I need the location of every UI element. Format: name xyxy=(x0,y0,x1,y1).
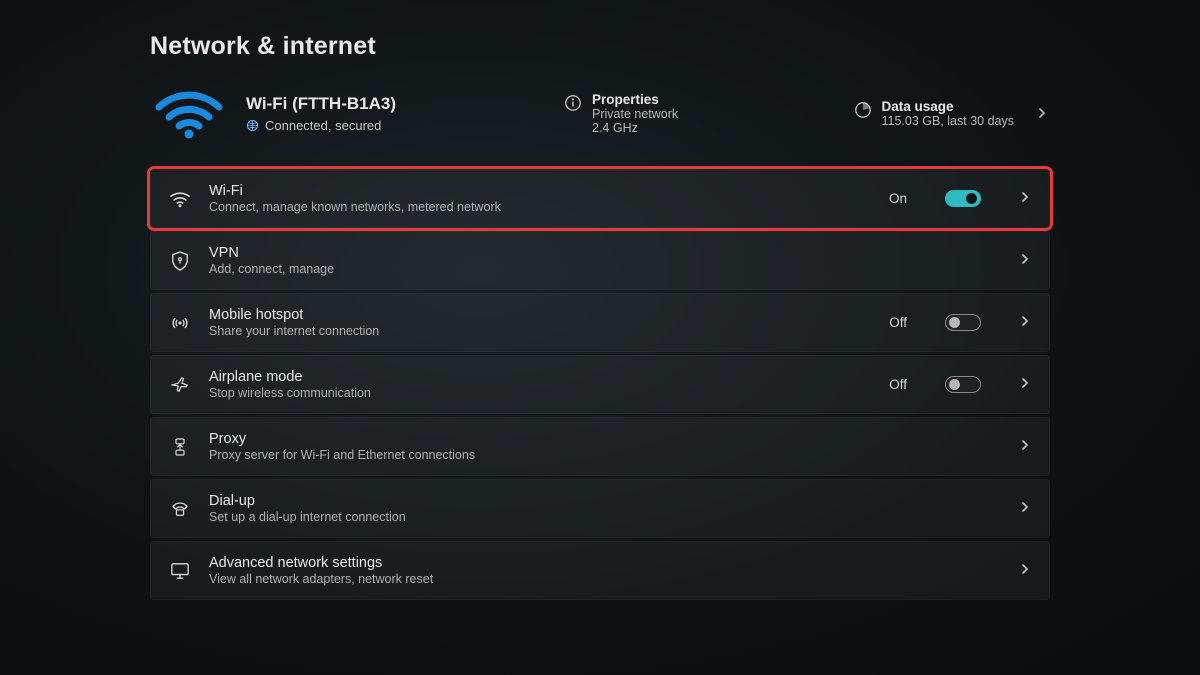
page-title: Network & internet xyxy=(150,32,1050,61)
item-subtitle: Connect, manage known networks, metered … xyxy=(209,200,873,214)
properties-band: 2.4 GHz xyxy=(592,121,678,135)
info-icon xyxy=(564,94,582,112)
item-title: Proxy xyxy=(209,431,1003,447)
airplane-toggle[interactable] xyxy=(945,376,981,393)
status-row: Wi-Fi (FTTH-B1A3) Connected, secured Pro… xyxy=(150,85,1050,141)
airplane-state-label: Off xyxy=(889,377,907,392)
item-subtitle: Set up a dial-up internet connection xyxy=(209,510,1003,524)
item-subtitle: Stop wireless communication xyxy=(209,386,873,400)
vpn-item[interactable]: VPN Add, connect, manage xyxy=(150,231,1050,290)
connection-name: Wi-Fi (FTTH-B1A3) xyxy=(246,94,546,114)
properties-label: Properties xyxy=(592,92,678,107)
proxy-item[interactable]: Proxy Proxy server for Wi-Fi and Etherne… xyxy=(150,417,1050,476)
mobile-hotspot-item[interactable]: Mobile hotspot Share your internet conne… xyxy=(150,293,1050,352)
connection-info: Wi-Fi (FTTH-B1A3) Connected, secured xyxy=(246,94,546,133)
item-subtitle: Share your internet connection xyxy=(209,324,873,338)
airplane-icon xyxy=(167,376,193,394)
chevron-right-icon xyxy=(1019,376,1031,394)
item-title: Mobile hotspot xyxy=(209,307,873,323)
wifi-icon xyxy=(167,190,193,208)
data-usage-detail: 115.03 GB, last 30 days xyxy=(882,114,1015,128)
chevron-right-icon xyxy=(1019,438,1031,456)
data-usage-icon xyxy=(854,101,872,119)
wifi-item[interactable]: Wi-Fi Connect, manage known networks, me… xyxy=(150,169,1050,228)
globe-icon xyxy=(246,119,259,132)
properties-network-type: Private network xyxy=(592,107,678,121)
item-title: VPN xyxy=(209,245,1003,261)
wifi-state-label: On xyxy=(889,191,907,206)
airplane-mode-item[interactable]: Airplane mode Stop wireless communicatio… xyxy=(150,355,1050,414)
item-title: Airplane mode xyxy=(209,369,873,385)
dialup-icon xyxy=(167,501,193,517)
hotspot-state-label: Off xyxy=(889,315,907,330)
settings-list: Wi-Fi Connect, manage known networks, me… xyxy=(150,169,1050,600)
chevron-right-icon xyxy=(1019,562,1031,580)
data-usage-label: Data usage xyxy=(882,99,1015,114)
data-usage-button[interactable]: Data usage 115.03 GB, last 30 days xyxy=(854,99,1051,128)
chevron-right-icon xyxy=(1019,190,1031,208)
advanced-network-item[interactable]: Advanced network settings View all netwo… xyxy=(150,541,1050,600)
hotspot-toggle[interactable] xyxy=(945,314,981,331)
dialup-item[interactable]: Dial-up Set up a dial-up internet connec… xyxy=(150,479,1050,538)
shield-icon xyxy=(167,251,193,271)
chevron-right-icon xyxy=(1019,252,1031,270)
proxy-icon xyxy=(167,437,193,457)
wifi-toggle[interactable] xyxy=(945,190,981,207)
chevron-right-icon xyxy=(1019,500,1031,518)
item-subtitle: Proxy server for Wi-Fi and Ethernet conn… xyxy=(209,448,1003,462)
chevron-right-icon xyxy=(1036,106,1050,120)
item-title: Wi-Fi xyxy=(209,183,873,199)
chevron-right-icon xyxy=(1019,314,1031,332)
item-subtitle: Add, connect, manage xyxy=(209,262,1003,276)
item-title: Dial-up xyxy=(209,493,1003,509)
item-title: Advanced network settings xyxy=(209,555,1003,571)
wifi-large-icon xyxy=(150,85,228,141)
hotspot-icon xyxy=(167,315,193,331)
connection-status: Connected, secured xyxy=(265,118,381,133)
properties-button[interactable]: Properties Private network 2.4 GHz xyxy=(564,92,836,135)
monitor-icon xyxy=(167,562,193,580)
item-subtitle: View all network adapters, network reset xyxy=(209,572,1003,586)
